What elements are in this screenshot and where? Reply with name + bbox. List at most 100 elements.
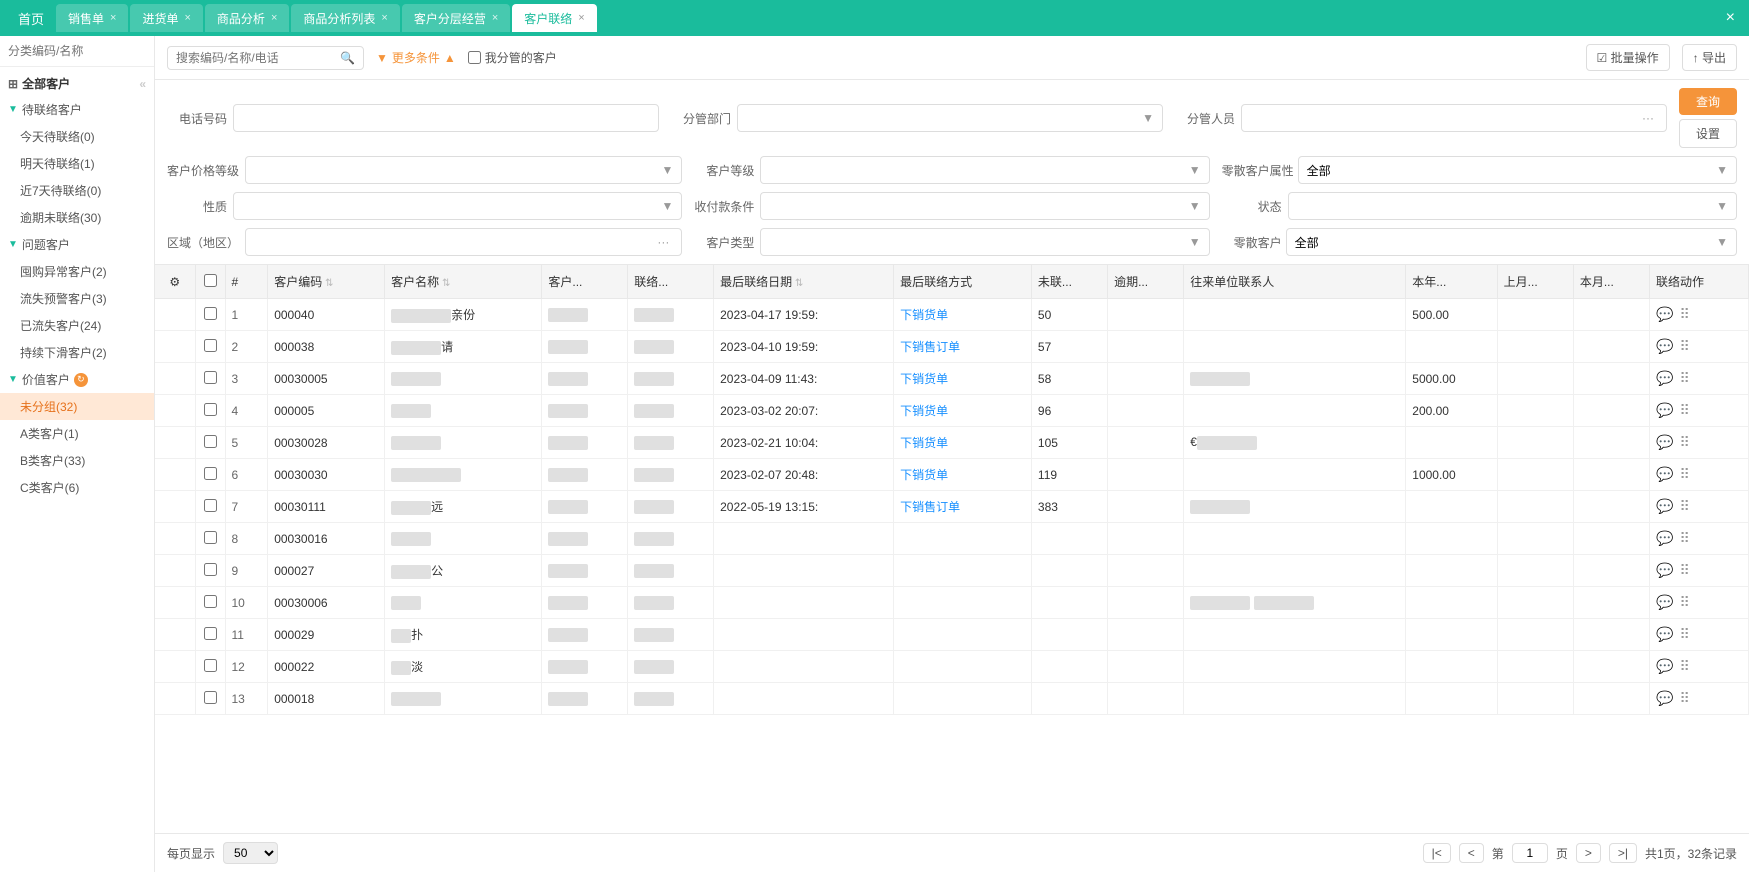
- region-dots-icon[interactable]: ···: [653, 235, 673, 249]
- method-link[interactable]: 下销货单: [900, 372, 948, 386]
- more-conditions-btn[interactable]: ▼ 更多条件 ▲: [376, 49, 456, 66]
- row-checkbox[interactable]: [204, 691, 217, 704]
- method-link[interactable]: 下销货单: [900, 468, 948, 482]
- my-customers-checkbox[interactable]: [468, 51, 481, 64]
- chat-icon[interactable]: 💬: [1656, 498, 1673, 515]
- row-checkbox[interactable]: [204, 339, 217, 352]
- sidebar-item-abnormal[interactable]: 囤购异常客户(2): [0, 258, 154, 285]
- collapse-icon[interactable]: «: [139, 77, 146, 91]
- row-settings[interactable]: [155, 491, 195, 523]
- chat-icon[interactable]: 💬: [1656, 658, 1673, 675]
- chat-icon[interactable]: 💬: [1656, 466, 1673, 483]
- method-link[interactable]: 下销货单: [900, 308, 948, 322]
- contact-header[interactable]: 联络...: [628, 265, 714, 299]
- no-contact-header[interactable]: 未联...: [1031, 265, 1107, 299]
- type-header[interactable]: 客户...: [542, 265, 628, 299]
- row-settings[interactable]: [155, 459, 195, 491]
- reset-btn[interactable]: 设置: [1679, 119, 1737, 148]
- more-icon[interactable]: ⠿: [1679, 690, 1689, 707]
- more-icon[interactable]: ⠿: [1679, 306, 1689, 323]
- row-last-method[interactable]: [894, 683, 1032, 715]
- row-settings[interactable]: [155, 555, 195, 587]
- phone-input[interactable]: [233, 104, 659, 132]
- chat-icon[interactable]: 💬: [1656, 594, 1673, 611]
- unit-contact-header[interactable]: 往来单位联系人: [1184, 265, 1406, 299]
- tab-product-analysis[interactable]: 商品分析 ×: [205, 4, 289, 32]
- tab-close-customer-tier[interactable]: ×: [492, 12, 498, 24]
- customer-level-dropdown[interactable]: ▼: [760, 156, 1209, 184]
- all-customers-section[interactable]: ⊞ 全部客户 «: [0, 67, 154, 96]
- tab-sales-order[interactable]: 销售单 ×: [56, 4, 128, 32]
- manager-dropdown[interactable]: ···: [1241, 104, 1667, 132]
- row-last-method[interactable]: 下销货单: [894, 427, 1032, 459]
- row-last-method[interactable]: 下销售订单: [894, 331, 1032, 363]
- dept-dropdown[interactable]: ▼: [737, 104, 1163, 132]
- code-header[interactable]: 客户编码: [268, 265, 385, 299]
- more-icon[interactable]: ⠿: [1679, 530, 1689, 547]
- chat-icon[interactable]: 💬: [1656, 338, 1673, 355]
- this-year-header[interactable]: 本年...: [1406, 265, 1497, 299]
- row-checkbox[interactable]: [204, 659, 217, 672]
- row-settings[interactable]: [155, 427, 195, 459]
- sidebar-search-input[interactable]: [8, 44, 155, 58]
- tab-close-product-analysis[interactable]: ×: [271, 12, 277, 24]
- chat-icon[interactable]: 💬: [1656, 306, 1673, 323]
- batch-operations-btn[interactable]: ☑ 批量操作: [1586, 44, 1670, 71]
- first-page-btn[interactable]: |<: [1423, 843, 1451, 863]
- more-icon[interactable]: ⠿: [1679, 370, 1689, 387]
- method-link[interactable]: 下销货单: [900, 436, 948, 450]
- row-checkbox[interactable]: [204, 531, 217, 544]
- last-month-header[interactable]: 上月...: [1497, 265, 1573, 299]
- more-icon[interactable]: ⠿: [1679, 498, 1689, 515]
- tab-home[interactable]: 首页: [8, 9, 54, 28]
- more-icon[interactable]: ⠿: [1679, 594, 1689, 611]
- more-icon[interactable]: ⠿: [1679, 434, 1689, 451]
- chat-icon[interactable]: 💬: [1656, 434, 1673, 451]
- more-icon[interactable]: ⠿: [1679, 338, 1689, 355]
- row-last-method[interactable]: [894, 555, 1032, 587]
- status-dropdown[interactable]: ▼: [1288, 192, 1737, 220]
- tab-close-customer-contact[interactable]: ×: [578, 12, 584, 24]
- row-last-method[interactable]: [894, 523, 1032, 555]
- filter-search-icon[interactable]: 🔍: [340, 51, 355, 65]
- price-level-dropdown[interactable]: ▼: [245, 156, 682, 184]
- select-all-header[interactable]: [195, 265, 225, 299]
- row-checkbox[interactable]: [204, 371, 217, 384]
- row-checkbox[interactable]: [204, 499, 217, 512]
- more-icon[interactable]: ⠿: [1679, 402, 1689, 419]
- chat-icon[interactable]: 💬: [1656, 626, 1673, 643]
- row-settings[interactable]: [155, 331, 195, 363]
- this-month-header[interactable]: 本月...: [1573, 265, 1649, 299]
- page-size-select[interactable]: 50 100 200: [223, 842, 278, 864]
- more-icon[interactable]: ⠿: [1679, 626, 1689, 643]
- row-settings[interactable]: [155, 651, 195, 683]
- row-checkbox[interactable]: [204, 563, 217, 576]
- row-checkbox[interactable]: [204, 403, 217, 416]
- sidebar-item-today[interactable]: 今天待联络(0): [0, 123, 154, 150]
- row-last-method[interactable]: 下销货单: [894, 459, 1032, 491]
- sidebar-item-warning[interactable]: 流失预警客户(3): [0, 285, 154, 312]
- region-dropdown[interactable]: ···: [245, 228, 682, 256]
- row-checkbox[interactable]: [204, 435, 217, 448]
- row-last-method[interactable]: 下销售订单: [894, 491, 1032, 523]
- method-link[interactable]: 下销售订单: [900, 500, 960, 514]
- row-settings[interactable]: [155, 683, 195, 715]
- method-link[interactable]: 下销售订单: [900, 340, 960, 354]
- sidebar-item-7days[interactable]: 近7天待联络(0): [0, 177, 154, 204]
- overdue-header[interactable]: 逾期...: [1108, 265, 1184, 299]
- sidebar-item-lost[interactable]: 已流失客户(24): [0, 312, 154, 339]
- tab-close-sales[interactable]: ×: [110, 12, 116, 24]
- export-btn[interactable]: ↑ 导出: [1682, 44, 1737, 71]
- row-last-method[interactable]: [894, 651, 1032, 683]
- settings-col-header[interactable]: ⚙: [155, 265, 195, 299]
- sidebar-item-c-class[interactable]: C类客户(6): [0, 474, 154, 501]
- next-page-btn[interactable]: >: [1576, 843, 1601, 863]
- row-settings[interactable]: [155, 523, 195, 555]
- row-checkbox[interactable]: [204, 307, 217, 320]
- chat-icon[interactable]: 💬: [1656, 530, 1673, 547]
- row-last-method[interactable]: 下销货单: [894, 299, 1032, 331]
- tab-close-product-list[interactable]: ×: [381, 12, 387, 24]
- tab-customer-tier[interactable]: 客户分层经营 ×: [402, 4, 510, 32]
- row-settings[interactable]: [155, 299, 195, 331]
- method-link[interactable]: 下销货单: [900, 404, 948, 418]
